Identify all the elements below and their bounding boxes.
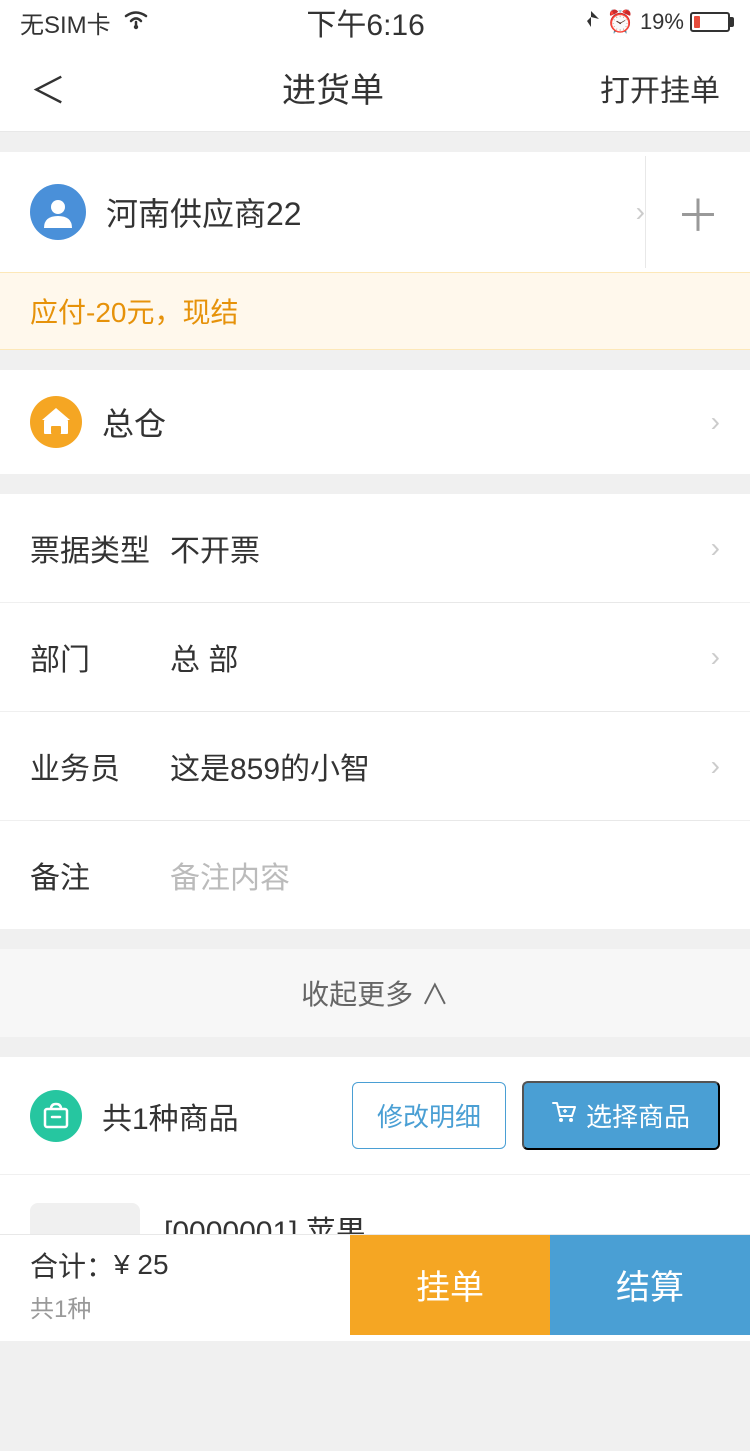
salesperson-label: 业务员 [30, 744, 170, 788]
time-label: 下午6:16 [306, 0, 424, 44]
edit-details-button[interactable]: 修改明细 [352, 1082, 506, 1149]
products-header: 共1种商品 修改明细 选择商品 [0, 1057, 750, 1174]
select-products-button[interactable]: 选择商品 [522, 1081, 720, 1150]
divider-2 [0, 350, 750, 370]
divider-8 [0, 1037, 750, 1057]
products-icon [30, 1090, 82, 1142]
invoice-value: 不开票 [170, 526, 701, 570]
supplier-main[interactable]: 河南供应商22 › [30, 156, 646, 268]
wifi-icon [121, 8, 151, 37]
remark-row[interactable]: 备注 备注内容 [0, 821, 750, 929]
total-row: 合计： ¥ 25 [30, 1245, 320, 1285]
collapse-label: 收起更多 ∧ [301, 973, 449, 1013]
total-sub-label: 共1种 [30, 1289, 320, 1324]
cart-icon [552, 1100, 578, 1131]
page-title: 进货单 [282, 63, 384, 112]
divider-3 [0, 474, 750, 494]
supplier-avatar [30, 184, 86, 240]
salesperson-chevron-icon: › [711, 750, 720, 782]
total-label: 合计： [30, 1245, 114, 1285]
battery-icon [690, 12, 730, 32]
select-products-label: 选择商品 [586, 1097, 690, 1134]
collapse-row[interactable]: 收起更多 ∧ [0, 949, 750, 1037]
supplier-name: 河南供应商22 [106, 189, 626, 235]
total-amount: ¥ 25 [114, 1249, 169, 1281]
alert-banner: 应付-20元，现结 [0, 272, 750, 350]
location-icon [581, 9, 601, 35]
department-chevron-icon: › [711, 641, 720, 673]
bottom-bar: 合计： ¥ 25 共1种 挂单 结算 [0, 1234, 750, 1334]
status-right: ⏰ 19% [581, 9, 730, 35]
battery-percent: 19% [640, 9, 684, 35]
salesperson-value: 这是859的小智 [170, 744, 701, 788]
products-count: 共1种商品 [102, 1094, 352, 1138]
status-left: 无SIM卡 [20, 5, 151, 40]
open-hang-button[interactable]: 打开挂单 [600, 66, 720, 110]
warehouse-chevron-icon: › [711, 406, 720, 438]
total-section: 合计： ¥ 25 共1种 [0, 1245, 350, 1324]
warehouse-section[interactable]: 总仓 › [0, 370, 750, 474]
invoice-label: 票据类型 [30, 526, 170, 570]
invoice-row[interactable]: 票据类型 不开票 › [0, 494, 750, 602]
invoice-chevron-icon: › [711, 532, 720, 564]
settle-button[interactable]: 结算 [550, 1235, 750, 1335]
divider-7 [0, 929, 750, 949]
department-label: 部门 [30, 635, 170, 679]
supplier-chevron-icon: › [636, 196, 645, 228]
warehouse-name: 总仓 [102, 399, 701, 445]
hang-button[interactable]: 挂单 [350, 1235, 550, 1335]
back-button[interactable]: ＜ [30, 62, 66, 114]
status-bar: 无SIM卡 下午6:16 ⏰ 19% [0, 0, 750, 44]
signal-label: 无SIM卡 [20, 5, 111, 40]
warehouse-icon [30, 396, 82, 448]
salesperson-row[interactable]: 业务员 这是859的小智 › [0, 712, 750, 820]
add-supplier-button[interactable]: ＋ [646, 152, 720, 272]
department-row[interactable]: 部门 总 部 › [0, 603, 750, 711]
nav-bar: ＜ 进货单 打开挂单 [0, 44, 750, 132]
department-value: 总 部 [170, 635, 701, 679]
divider-1 [0, 132, 750, 152]
remark-label: 备注 [30, 853, 170, 897]
remark-input[interactable]: 备注内容 [170, 853, 720, 897]
alarm-icon: ⏰ [607, 9, 634, 35]
bottom-spacer [0, 1341, 750, 1451]
supplier-section: 河南供应商22 › ＋ [0, 152, 750, 272]
